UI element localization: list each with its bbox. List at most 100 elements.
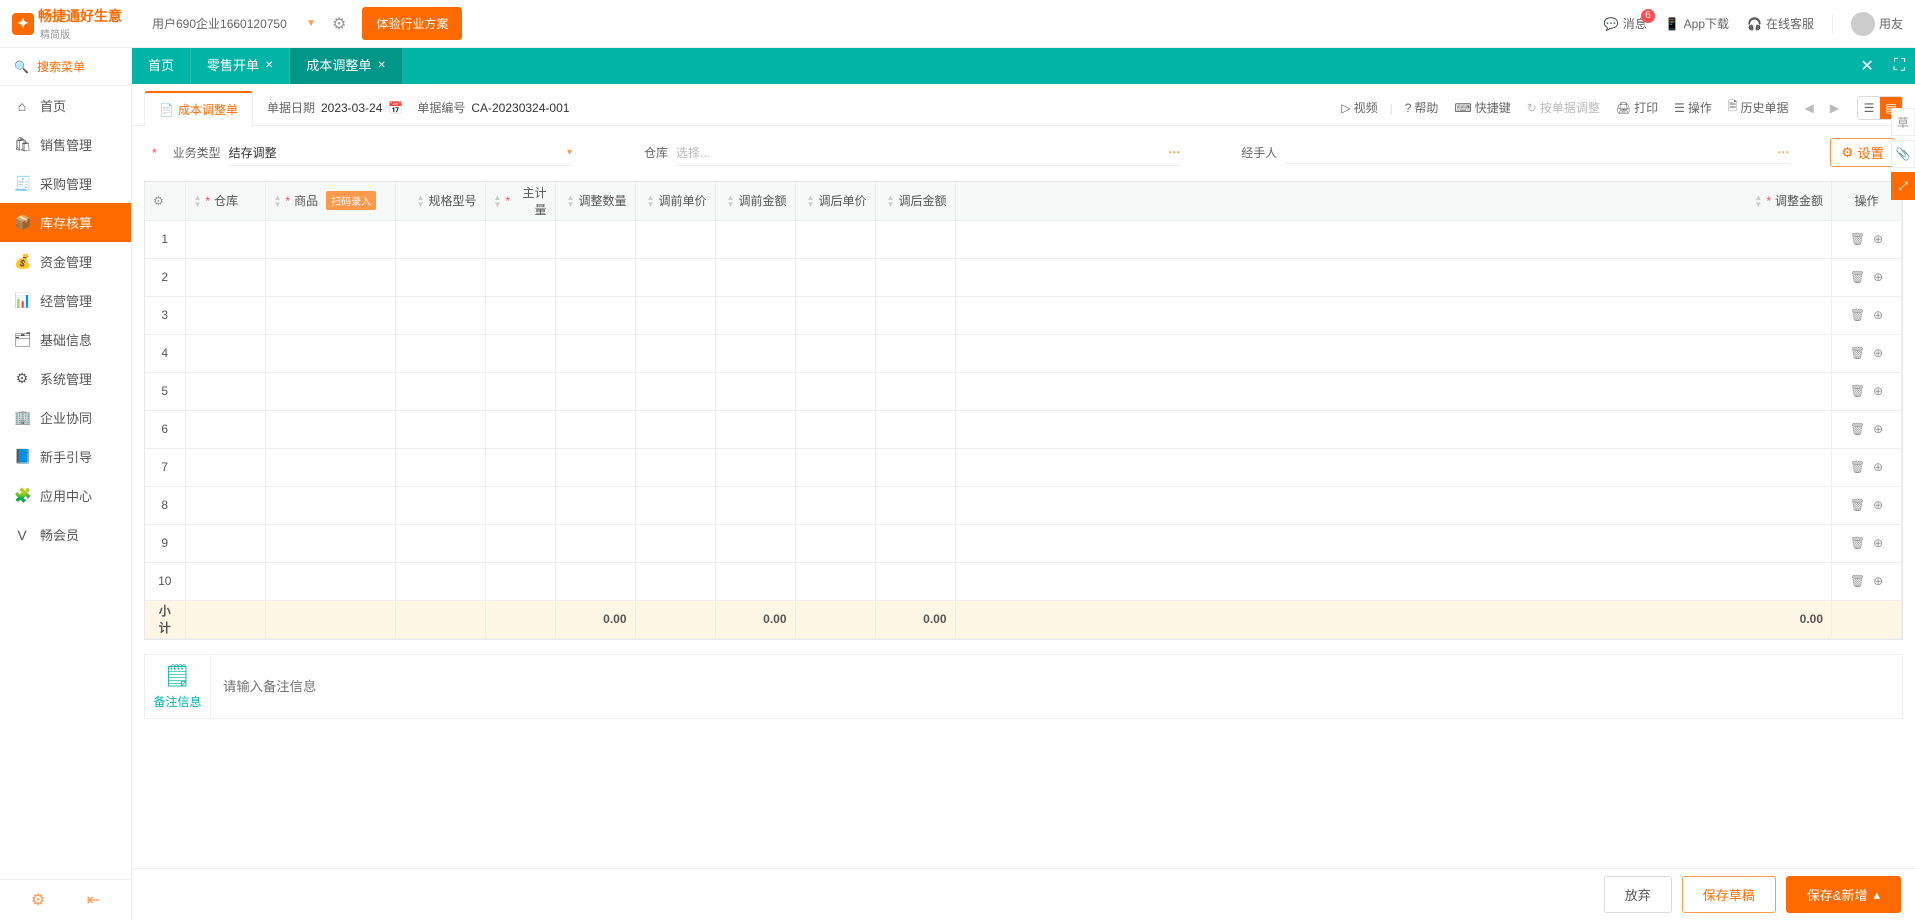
close-icon[interactable]: ✕	[265, 48, 273, 84]
nav-next-icon[interactable]: ▶	[1826, 99, 1843, 117]
row-add-icon[interactable]: ⊕	[1873, 232, 1883, 246]
scan-entry-chip[interactable]: 扫码录入	[326, 191, 376, 210]
footer-collapse-icon[interactable]: ⇤	[87, 890, 100, 910]
row-delete-icon[interactable]: 🗑	[1850, 498, 1865, 512]
action-by-bill-adjust[interactable]: ↻ 按单据调整	[1523, 97, 1604, 118]
settings-button[interactable]: ⚙ 设置	[1830, 138, 1895, 167]
sidebar-item[interactable]: ⚙系统管理	[0, 359, 131, 398]
row-delete-icon[interactable]: 🗑	[1850, 308, 1865, 322]
th-amount-after[interactable]: 调后金额	[898, 192, 946, 209]
grid-settings-icon[interactable]: ⚙	[153, 194, 164, 208]
tenant-selector[interactable]: 用户690企业1660120750 ▼	[144, 11, 324, 36]
table-row[interactable]: 8🗑⊕	[145, 486, 1902, 524]
row-add-icon[interactable]: ⊕	[1873, 270, 1883, 284]
table-row[interactable]: 5🗑⊕	[145, 372, 1902, 410]
row-add-icon[interactable]: ⊕	[1873, 384, 1883, 398]
action-history[interactable]: 🗎 历史单据	[1724, 95, 1793, 120]
experience-button[interactable]: 体验行业方案	[362, 7, 462, 40]
biz-type-select[interactable]: 结存调整 ▾	[229, 140, 572, 166]
sidebar-item[interactable]: 📘新手引导	[0, 437, 131, 476]
action-help[interactable]: ? 帮助	[1401, 97, 1443, 118]
doc-date-value[interactable]: 2023-03-24	[321, 101, 382, 115]
sidebar-item[interactable]: 📊经营管理	[0, 281, 131, 320]
table-row[interactable]: 9🗑⊕	[145, 524, 1902, 562]
tenant-settings-icon[interactable]: ⚙	[332, 14, 346, 34]
row-add-icon[interactable]: ⊕	[1873, 422, 1883, 436]
sidebar-item[interactable]: 🧾采购管理	[0, 164, 131, 203]
rail-expand-icon[interactable]: ⤢	[1891, 172, 1915, 200]
subtotal-label: 小计	[145, 600, 185, 638]
action-print[interactable]: 🖨 打印	[1612, 97, 1662, 118]
sidebar-item[interactable]: ⌂首页	[0, 86, 131, 125]
th-product[interactable]: 商品	[294, 192, 318, 209]
gear-icon: ⚙	[1841, 145, 1853, 161]
row-delete-icon[interactable]: 🗑	[1850, 232, 1865, 246]
row-delete-icon[interactable]: 🗑	[1850, 270, 1865, 284]
tab[interactable]: 首页	[132, 48, 191, 84]
th-warehouse[interactable]: 仓库	[214, 192, 238, 209]
row-add-icon[interactable]: ⊕	[1873, 498, 1883, 512]
th-adj-qty[interactable]: 调整数量	[578, 192, 626, 209]
th-adj-amount[interactable]: 调整金额	[1775, 192, 1823, 209]
th-spec[interactable]: 规格型号	[428, 192, 476, 209]
th-amount-before[interactable]: 调前金额	[738, 192, 786, 209]
table-row[interactable]: 6🗑⊕	[145, 410, 1902, 448]
sidebar-item[interactable]: 🏢企业协同	[0, 398, 131, 437]
row-add-icon[interactable]: ⊕	[1873, 346, 1883, 360]
row-add-icon[interactable]: ⊕	[1873, 536, 1883, 550]
app-download-button[interactable]: 📱 App下载	[1665, 15, 1729, 32]
messages-button[interactable]: 💬 消息 6	[1604, 15, 1647, 32]
tabs-close-all-icon[interactable]: ✕	[1850, 56, 1883, 76]
row-add-icon[interactable]: ⊕	[1873, 308, 1883, 322]
row-index: 2	[145, 258, 185, 296]
divider	[1832, 14, 1833, 34]
action-video[interactable]: ▷ 视频	[1337, 97, 1381, 118]
warehouse-select[interactable]: 选择... ⋯	[676, 140, 1181, 166]
row-add-icon[interactable]: ⊕	[1873, 460, 1883, 474]
table-row[interactable]: 7🗑⊕	[145, 448, 1902, 486]
row-delete-icon[interactable]: 🗑	[1850, 536, 1865, 550]
rail-attach-icon[interactable]: 📎	[1891, 140, 1915, 168]
action-operate[interactable]: ☰ 操作	[1670, 97, 1716, 118]
row-delete-icon[interactable]: 🗑	[1850, 422, 1865, 436]
table-row[interactable]: 3🗑⊕	[145, 296, 1902, 334]
action-shortcuts[interactable]: ⌨ 快捷键	[1450, 97, 1514, 118]
tabs-fullscreen-icon[interactable]: ⛶	[1884, 57, 1915, 75]
remarks-input[interactable]	[211, 655, 1902, 718]
sidebar-item[interactable]: 📦库存核算	[0, 203, 131, 242]
table-row[interactable]: 4🗑⊕	[145, 334, 1902, 372]
table-row[interactable]: 1🗑⊕	[145, 220, 1902, 258]
row-delete-icon[interactable]: 🗑	[1850, 460, 1865, 474]
nav-icon: 📦	[14, 214, 30, 231]
row-delete-icon[interactable]: 🗑	[1850, 574, 1865, 588]
handler-select[interactable]: ⋯	[1285, 141, 1790, 164]
calendar-icon[interactable]: 📅	[388, 101, 403, 115]
save-draft-button[interactable]: 保存草稿	[1682, 876, 1776, 913]
nav-prev-icon[interactable]: ◀	[1801, 99, 1818, 117]
sidebar-item[interactable]: 🧩应用中心	[0, 476, 131, 515]
table-row[interactable]: 2 🗑 ⊕	[145, 258, 1902, 296]
th-price-before[interactable]: 调前单价	[658, 192, 706, 209]
row-add-icon[interactable]: ⊕	[1873, 574, 1883, 588]
th-price-after[interactable]: 调后单价	[818, 192, 866, 209]
rail-draft-icon[interactable]: 草	[1891, 108, 1915, 136]
save-new-button[interactable]: 保存&新增 ▴	[1786, 876, 1901, 913]
discard-button[interactable]: 放弃	[1604, 876, 1672, 913]
view-list-icon[interactable]: ☰	[1858, 97, 1880, 119]
nav-icon: 🗂	[14, 331, 30, 348]
online-service-button[interactable]: 🎧 在线客服	[1747, 15, 1814, 32]
sidebar-item[interactable]: 💰资金管理	[0, 242, 131, 281]
table-row[interactable]: 10🗑⊕	[145, 562, 1902, 600]
sidebar-search[interactable]: 🔍 搜索菜单	[0, 48, 131, 86]
sidebar-item[interactable]: 🛍销售管理	[0, 125, 131, 164]
close-icon[interactable]: ✕	[377, 48, 385, 84]
row-delete-icon[interactable]: 🗑	[1850, 346, 1865, 360]
tab[interactable]: 成本调整单✕	[290, 48, 402, 84]
user-menu[interactable]: 用友	[1851, 12, 1903, 36]
th-main-qty[interactable]: 主计量	[514, 184, 546, 218]
sidebar-item[interactable]: 🗂基础信息	[0, 320, 131, 359]
row-delete-icon[interactable]: 🗑	[1850, 384, 1865, 398]
footer-gear-icon[interactable]: ⚙	[31, 890, 45, 910]
tab[interactable]: 零售开单✕	[191, 48, 290, 84]
sidebar-item[interactable]: V畅会员	[0, 515, 131, 554]
